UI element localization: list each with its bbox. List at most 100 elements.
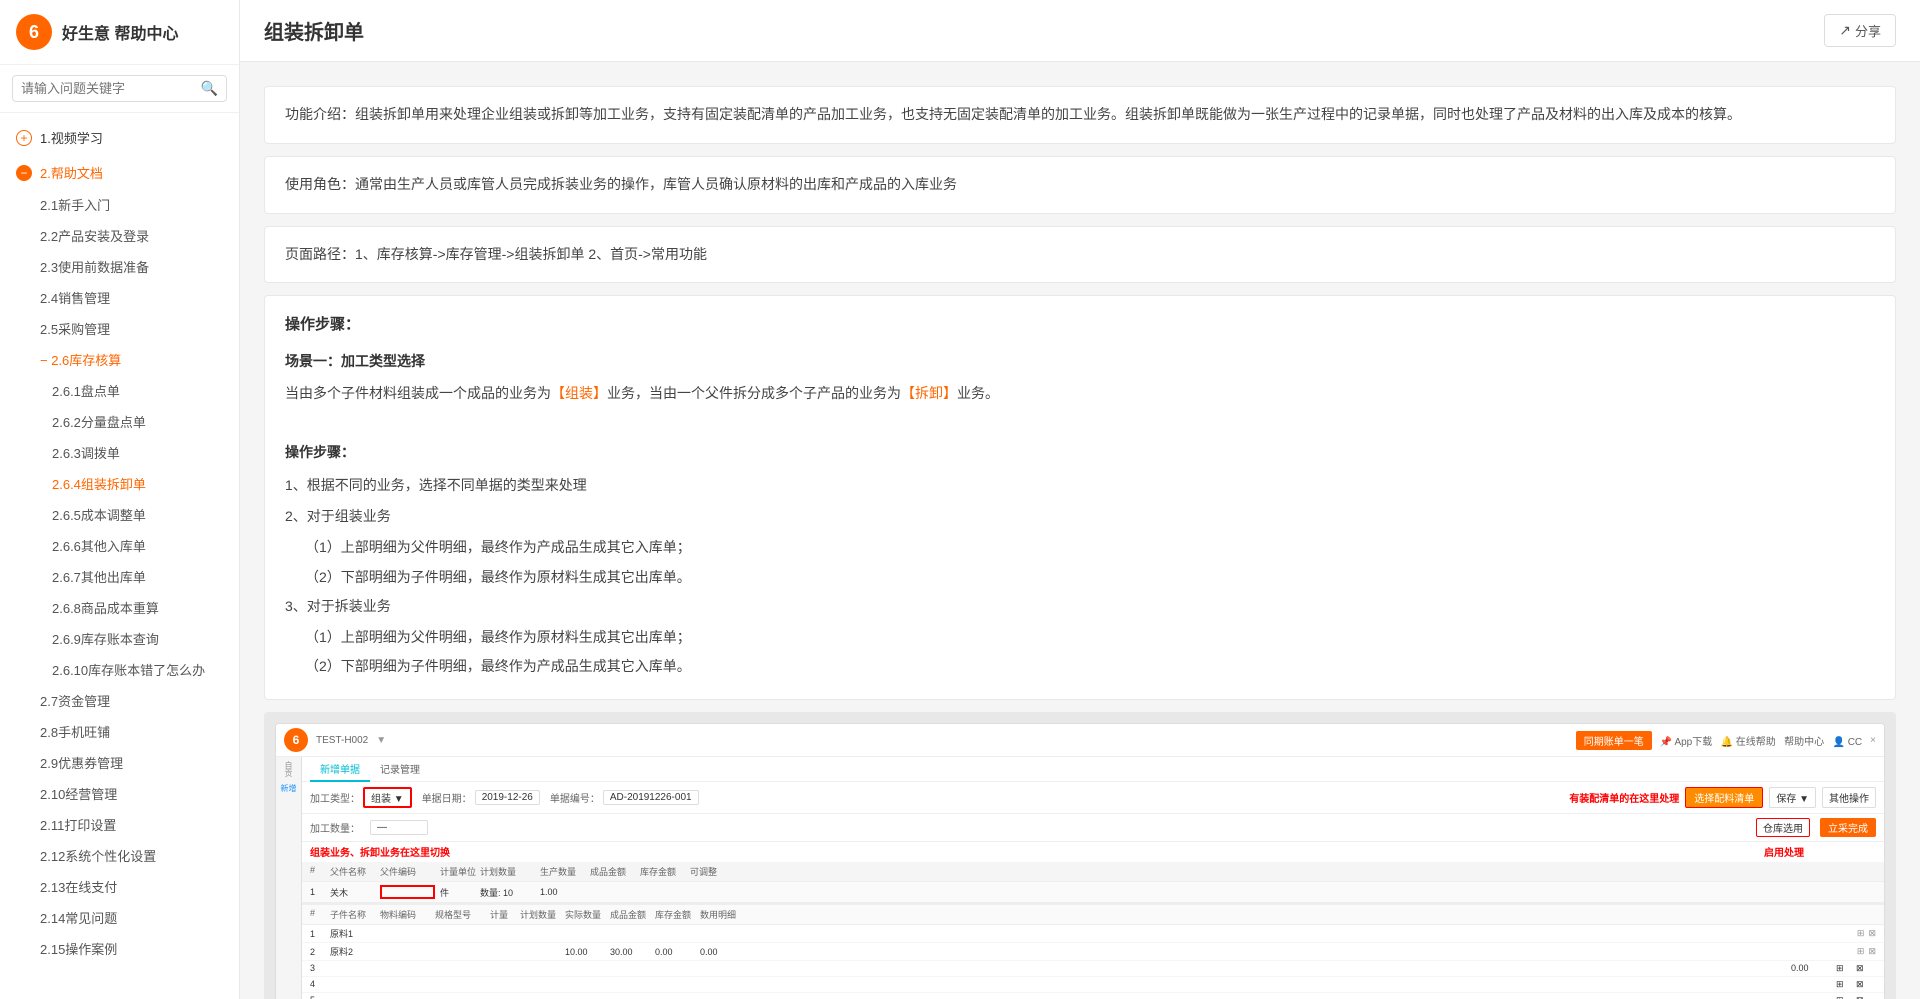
step-2-1: （1）上部明细为父件明细，最终作为产成品生成其它入库单； xyxy=(305,535,1875,560)
mock-logo: 6 xyxy=(284,728,308,752)
sidebar-item-video[interactable]: + 1.视频学习 xyxy=(0,121,239,154)
share-button[interactable]: ↗ 分享 xyxy=(1824,14,1896,47)
mock-save-btn[interactable]: 保存 ▼ xyxy=(1769,787,1816,808)
sidebar-item-finance[interactable]: 2.7资金管理 xyxy=(0,685,239,716)
sidebar-item-sales[interactable]: 2.4销售管理 xyxy=(0,282,239,313)
sidebar-item-install[interactable]: 2.2产品安装及登录 xyxy=(0,220,239,251)
mock-part-input[interactable] xyxy=(380,885,435,899)
sidebar-item-print[interactable]: 2.11打印设置 xyxy=(0,809,239,840)
intro-text: 功能介绍：组装拆卸单用来处理企业组装或拆卸等加工业务，支持有固定装配清单的产品加… xyxy=(285,103,1875,127)
sub-section-title: 场景一：加工类型选择 xyxy=(285,350,1875,374)
mock-qty-label: 加工数量： xyxy=(310,820,360,835)
mock-orderno-input[interactable]: AD-20191226-001 xyxy=(603,790,699,805)
nav-section-docs: − 2.帮助文档 2.1新手入门 2.2产品安装及登录 2.3使用前数据准备 2… xyxy=(0,156,239,964)
sidebar-item-stockcount[interactable]: 2.6.1盘点单 xyxy=(0,375,239,406)
logo-text: 好生意 帮助中心 xyxy=(62,20,178,44)
sidebar-item-faq[interactable]: 2.14常见问题 xyxy=(0,902,239,933)
sidebar-item-dataprep[interactable]: 2.3使用前数据准备 xyxy=(0,251,239,282)
mock-tab-new[interactable]: 新增单据 xyxy=(310,757,370,782)
content-area: 功能介绍：组装拆卸单用来处理企业组装或拆卸等加工业务，支持有固定装配清单的产品加… xyxy=(240,62,1920,999)
plus-icon: + xyxy=(16,130,32,146)
mock-type-select[interactable]: 组装 ▼ xyxy=(363,787,412,808)
search-input[interactable] xyxy=(21,81,201,96)
logo-area: 6 好生意 帮助中心 xyxy=(0,0,239,65)
steps-title: 操作步骤： xyxy=(285,312,1875,338)
sidebar-item-beginner[interactable]: 2.1新手入门 xyxy=(0,189,239,220)
annotation-middle-right: 启用处理 xyxy=(1764,844,1804,859)
sidebar-item-cases[interactable]: 2.15操作案例 xyxy=(0,933,239,964)
mock-tab-records[interactable]: 记录管理 xyxy=(370,757,430,781)
sidebar-item-assembly[interactable]: 2.6.4组装拆卸单 xyxy=(0,468,239,499)
table-row: 4 ⊞⊠ xyxy=(302,977,1884,993)
mock-qty-input[interactable]: — xyxy=(370,820,428,835)
sidebar-item-transfer[interactable]: 2.6.3调拨单 xyxy=(0,437,239,468)
mock-sub-form: 加工数量： — 仓库选用 立采完成 组装业务、拆卸业务在这里切换 启用处理 xyxy=(302,814,1884,842)
mock-sidebar: 自贡 新增 xyxy=(276,757,302,999)
sidebar-item-docs[interactable]: − 2.帮助文档 xyxy=(0,156,239,189)
sidebar-item-label: 1.视频学习 xyxy=(40,128,103,147)
steps-sub: 操作步骤： xyxy=(285,441,1875,465)
sidebar-item-coupon[interactable]: 2.9优惠券管理 xyxy=(0,747,239,778)
nav-tree: + 1.视频学习 − 2.帮助文档 2.1新手入门 2.2产品安装及登录 2.3… xyxy=(0,113,239,999)
search-icon[interactable]: 🔍 xyxy=(201,80,218,97)
path-text: 页面路径：1、库存核算->库存管理->组装拆卸单 2、首页->常用功能 xyxy=(285,243,1875,267)
share-icon: ↗ xyxy=(1839,22,1851,39)
step-2: 2、对于组装业务 xyxy=(285,504,1875,529)
nav-section-video: + 1.视频学习 xyxy=(0,121,239,154)
mock-form-header: 加工类型： 组装 ▼ 单据日期： 2019-12-26 单据编号： AD-201… xyxy=(302,782,1884,814)
mock-tab-bar: 新增单据 记录管理 xyxy=(302,757,1884,782)
annotation-top-right: 有装配清单的在这里处理 xyxy=(1569,790,1679,805)
sidebar-item-stockledger[interactable]: 2.6.9库存账本查询 xyxy=(0,623,239,654)
mock-action-btn[interactable]: 其他操作 xyxy=(1822,787,1876,808)
mock-body: 自贡 新增 新增单据 记录管理 xyxy=(276,757,1884,999)
mock-close-icon[interactable]: × xyxy=(1870,735,1876,746)
top-bar: 组装拆卸单 ↗ 分享 xyxy=(240,0,1920,62)
sidebar: 6 好生意 帮助中心 🔍 + 1.视频学习 − 2.帮助文档 2.1新手入门 2… xyxy=(0,0,240,999)
step-3-2: （2）下部明细为子件明细，最终作为产成品生成其它入库单。 xyxy=(305,654,1875,679)
sidebar-item-costadjust[interactable]: 2.6.5成本调整单 xyxy=(0,499,239,530)
sidebar-item-stockcount2[interactable]: 2.6.2分量盘点单 xyxy=(0,406,239,437)
main-content: 组装拆卸单 ↗ 分享 功能介绍：组装拆卸单用来处理企业组装或拆卸等加工业务，支持… xyxy=(240,0,1920,999)
mock-type-field: 加工类型： 组装 ▼ xyxy=(310,787,412,808)
mock-header-id: TEST-H002 xyxy=(316,735,368,746)
sidebar-item-otherinstock[interactable]: 2.6.6其他入库单 xyxy=(0,530,239,561)
screenshot-inner: 6 TEST-H002 ▼ 同期账单一笔 📌 App下载 🔔 在线帮助 帮助中心… xyxy=(265,713,1895,999)
table-row: 2 原料2 10.00 30.000.00 0.00 ⊞ ⊠ xyxy=(302,943,1884,961)
mock-right-area: 有装配清单的在这里处理 选择配料清单 保存 ▼ 其他操作 xyxy=(1569,787,1876,808)
step-3-1: （1）上部明细为父件明细，最终作为原材料生成其它出库单； xyxy=(305,625,1875,650)
sidebar-item-label: 2.帮助文档 xyxy=(40,163,103,182)
sidebar-item-otheroutstock[interactable]: 2.6.7其他出库单 xyxy=(0,561,239,592)
mock-child-table-header: # 子件名称 物料编码 规格型号 计量 计划数量 实际数量 成品金额 库存金额 … xyxy=(302,903,1884,925)
sidebar-item-stockerror[interactable]: 2.6.10库存账本错了怎么办 xyxy=(0,654,239,685)
annotation-middle-left: 组装业务、拆卸业务在这里切换 xyxy=(310,844,450,859)
role-block: 使用角色：通常由生产人员或库管人员完成拆装业务的操作，库管人员确认原材料的出库和… xyxy=(264,156,1896,214)
mock-main: 新增单据 记录管理 加工类型： 组装 ▼ 单据日期： xyxy=(302,757,1884,999)
path-block: 页面路径：1、库存核算->库存管理->组装拆卸单 2、首页->常用功能 xyxy=(264,226,1896,284)
sidebar-item-settings[interactable]: 2.12系统个性化设置 xyxy=(0,840,239,871)
screenshot-block: 6 TEST-H002 ▼ 同期账单一笔 📌 App下载 🔔 在线帮助 帮助中心… xyxy=(264,712,1896,999)
mock-confirm-btn[interactable]: 立采完成 xyxy=(1820,818,1876,837)
mock-date-field: 单据日期： 2019-12-26 xyxy=(422,790,540,805)
sidebar-item-inventory[interactable]: − 2.6库存核算 xyxy=(0,344,239,375)
mock-warehouse-select[interactable]: 仓库选用 xyxy=(1756,818,1810,837)
mock-date-input[interactable]: 2019-12-26 xyxy=(475,790,540,805)
mock-child-table-body: 1 原料1 ⊞ ⊠ xyxy=(302,925,1884,999)
sidebar-item-purchase[interactable]: 2.5采购管理 xyxy=(0,313,239,344)
sidebar-item-payment[interactable]: 2.13在线支付 xyxy=(0,871,239,902)
mock-new-btn[interactable]: 同期账单一笔 xyxy=(1576,731,1652,750)
steps-block: 操作步骤： 场景一：加工类型选择 当由多个子件材料组装成一个成品的业务为【组装】… xyxy=(264,295,1896,700)
role-text: 使用角色：通常由生产人员或库管人员完成拆装业务的操作，库管人员确认原材料的出库和… xyxy=(285,173,1875,197)
mock-dropdown-arrow: ▼ xyxy=(376,735,386,746)
sidebar-item-mobile[interactable]: 2.8手机旺铺 xyxy=(0,716,239,747)
page-title: 组装拆卸单 xyxy=(264,16,364,45)
minus-icon: − xyxy=(16,165,32,181)
steps-intro: 当由多个子件材料组装成一个成品的业务为【组装】业务，当由一个父件拆分成多个子产品… xyxy=(285,382,1875,406)
table-row: 1 原料1 ⊞ ⊠ xyxy=(302,925,1884,943)
sidebar-item-ops[interactable]: 2.10经营管理 xyxy=(0,778,239,809)
sidebar-item-costrecalc[interactable]: 2.6.8商品成本重算 xyxy=(0,592,239,623)
mock-icons: 📌 App下载 🔔 在线帮助 帮助中心 👤 CC xyxy=(1660,733,1862,748)
mock-select-bom-btn[interactable]: 选择配料清单 xyxy=(1685,787,1763,808)
step-1: 1、根据不同的业务，选择不同单据的类型来处理 xyxy=(285,473,1875,498)
step-3: 3、对于拆装业务 xyxy=(285,594,1875,619)
mock-app: 6 TEST-H002 ▼ 同期账单一笔 📌 App下载 🔔 在线帮助 帮助中心… xyxy=(275,723,1885,999)
